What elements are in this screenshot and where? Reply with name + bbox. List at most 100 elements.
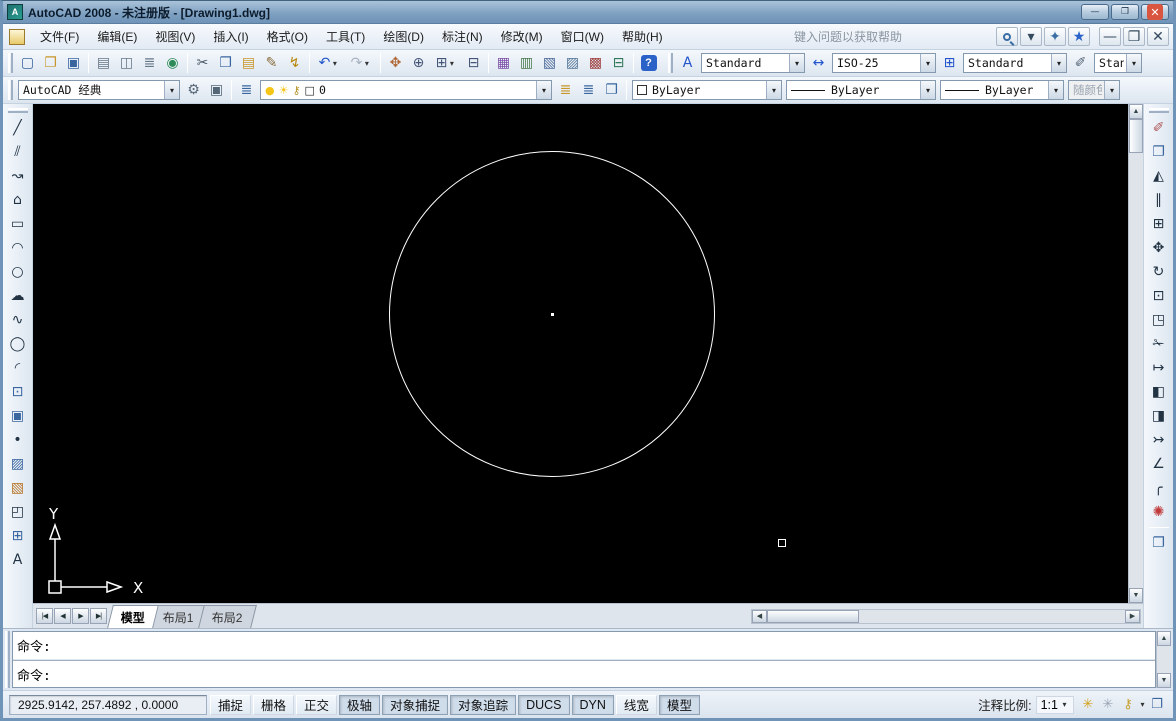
toggle-lineweight[interactable]: 线宽 <box>615 694 657 715</box>
chevron-down-icon[interactable]: ▾ <box>447 59 456 68</box>
chevron-down-icon[interactable]: ▾ <box>1126 54 1141 72</box>
multileader-style-combo[interactable]: Standard▾ <box>1094 53 1142 73</box>
copy-button[interactable]: ❐ <box>214 52 237 74</box>
help-search-input[interactable]: 键入问题以获取帮助 <box>788 28 993 46</box>
toolbar-grip[interactable] <box>668 53 673 73</box>
trim-button[interactable]: ✁ <box>1147 332 1171 356</box>
restore-app-button[interactable]: ❐ <box>1111 4 1139 20</box>
color-combo[interactable]: ByLayer ▾ <box>632 80 782 100</box>
help-button[interactable]: ? <box>637 52 660 74</box>
toolbar-grip[interactable] <box>8 80 13 100</box>
close-drawing-button[interactable]: ✕ <box>1147 27 1169 46</box>
menu-draw[interactable]: 绘图(D) <box>374 25 433 48</box>
erase-button[interactable]: ✐ <box>1147 116 1171 140</box>
break-at-point-button[interactable]: ◧ <box>1147 380 1171 404</box>
polyline-button[interactable]: ↝ <box>6 164 30 188</box>
layer-on-icon[interactable]: ● <box>265 85 275 96</box>
toggle-osnap[interactable]: 对象捕捉 <box>382 694 449 715</box>
chevron-down-icon[interactable]: ▾ <box>920 54 935 72</box>
rotate-button[interactable]: ↻ <box>1147 260 1171 284</box>
block-editor-button[interactable]: ↯ <box>283 52 306 74</box>
chamfer-button[interactable]: ∠ <box>1147 452 1171 476</box>
tab-layout2[interactable]: 布局2 <box>197 605 257 628</box>
vertical-scrollbar[interactable]: ▲ ▼ <box>1128 104 1143 603</box>
make-block-button[interactable]: ▣ <box>6 404 30 428</box>
toggle-snap[interactable]: 捕捉 <box>210 694 252 715</box>
menu-tools[interactable]: 工具(T) <box>317 25 374 48</box>
minimize-drawing-button[interactable]: — <box>1099 27 1121 46</box>
mtext-button[interactable]: A <box>6 548 30 572</box>
layer-lock-icon[interactable]: ⚷ <box>292 85 300 96</box>
next-tab-button[interactable]: ▶ <box>72 608 89 624</box>
chevron-down-icon[interactable]: ▾ <box>1104 81 1119 99</box>
workspace-combo[interactable]: AutoCAD 经典 ▾ <box>18 80 180 100</box>
region-button[interactable]: ◰ <box>6 500 30 524</box>
chevron-down-icon[interactable]: ▾ <box>920 81 935 99</box>
undo-button[interactable]: ↶ ▾ <box>313 52 345 74</box>
draworder-button[interactable]: ❐ <box>1147 531 1171 555</box>
markupset-manager-button[interactable]: ▩ <box>584 52 607 74</box>
close-app-button[interactable]: ✕ <box>1141 4 1169 20</box>
scroll-up-icon[interactable]: ▲ <box>1129 104 1143 119</box>
circle-button[interactable]: ○ <box>6 260 30 284</box>
toolbar-grip[interactable] <box>8 53 13 73</box>
gradient-button[interactable]: ▧ <box>6 476 30 500</box>
search-button[interactable] <box>996 27 1018 46</box>
dim-style-button[interactable]: ↔ <box>807 52 830 74</box>
join-button[interactable]: ↣ <box>1147 428 1171 452</box>
polygon-button[interactable]: ⌂ <box>6 188 30 212</box>
text-style-combo[interactable]: Standard ▾ <box>701 53 805 73</box>
scroll-right-icon[interactable]: ▶ <box>1125 609 1140 623</box>
horizontal-scrollbar[interactable]: ◀ ▶ <box>751 608 1141 624</box>
plot-button[interactable]: ▤ <box>92 52 115 74</box>
sheetset-manager-button[interactable]: ▨ <box>561 52 584 74</box>
open-button[interactable]: ❐ <box>39 52 62 74</box>
tab-model[interactable]: 模型 <box>107 605 159 628</box>
minimize-app-button[interactable]: — <box>1081 4 1109 20</box>
move-button[interactable]: ✥ <box>1147 236 1171 260</box>
properties-button[interactable]: ▦ <box>492 52 515 74</box>
layer-states-manager-button[interactable]: ≣ <box>577 79 600 101</box>
make-object-layer-current-button[interactable]: ≣ <box>554 79 577 101</box>
annotation-autoscale-icon[interactable]: ✳ <box>1098 695 1118 715</box>
menu-file[interactable]: 文件(F) <box>31 25 88 48</box>
scroll-down-icon[interactable]: ▼ <box>1157 673 1171 688</box>
ellipse-arc-button[interactable]: ◜ <box>6 356 30 380</box>
publish-button[interactable]: ≣ <box>138 52 161 74</box>
workspace-settings-button[interactable]: ⚙ <box>182 79 205 101</box>
annotation-scale-selector[interactable]: 1:1 ▾ <box>1035 695 1074 714</box>
toolbar-grip[interactable] <box>1148 108 1169 113</box>
layer-previous-button[interactable]: ❐ <box>600 79 623 101</box>
toggle-ortho[interactable]: 正交 <box>296 694 338 715</box>
dwf-publish-button[interactable]: ◉ <box>161 52 184 74</box>
toolbar-grip[interactable] <box>7 108 28 113</box>
scale-button[interactable]: ⊡ <box>1147 284 1171 308</box>
linetype-combo[interactable]: ByLayer ▾ <box>786 80 936 100</box>
arc-button[interactable]: ◠ <box>6 236 30 260</box>
chevron-down-icon[interactable]: ▾ <box>536 81 551 99</box>
scroll-down-icon[interactable]: ▼ <box>1129 588 1143 603</box>
copy-object-button[interactable]: ❐ <box>1147 140 1171 164</box>
spline-button[interactable]: ∿ <box>6 308 30 332</box>
horizontal-scroll-thumb[interactable] <box>767 609 859 623</box>
array-button[interactable]: ⊞ <box>1147 212 1171 236</box>
construction-line-button[interactable]: ⫽ <box>6 140 30 164</box>
menu-view[interactable]: 视图(V) <box>146 25 204 48</box>
menu-modify[interactable]: 修改(M) <box>492 25 552 48</box>
rectangle-button[interactable]: ▭ <box>6 212 30 236</box>
stretch-button[interactable]: ◳ <box>1147 308 1171 332</box>
menu-format[interactable]: 格式(O) <box>258 25 317 48</box>
insert-block-button[interactable]: ⊡ <box>6 380 30 404</box>
toggle-polar[interactable]: 极轴 <box>339 694 381 715</box>
table-style-button[interactable]: ⊞ <box>938 52 961 74</box>
chevron-down-icon[interactable]: ▾ <box>1051 54 1066 72</box>
pan-button[interactable]: ✥ <box>384 52 407 74</box>
revision-cloud-button[interactable]: ☁ <box>6 284 30 308</box>
hatch-button[interactable]: ▨ <box>6 452 30 476</box>
new-button[interactable]: ▢ <box>16 52 39 74</box>
command-prompt[interactable]: 命令: <box>13 661 1155 687</box>
point-button[interactable]: • <box>6 428 30 452</box>
toggle-otrack[interactable]: 对象追踪 <box>450 694 517 715</box>
first-tab-button[interactable]: |◀ <box>36 608 53 624</box>
layer-color-icon[interactable]: □ <box>305 85 315 96</box>
